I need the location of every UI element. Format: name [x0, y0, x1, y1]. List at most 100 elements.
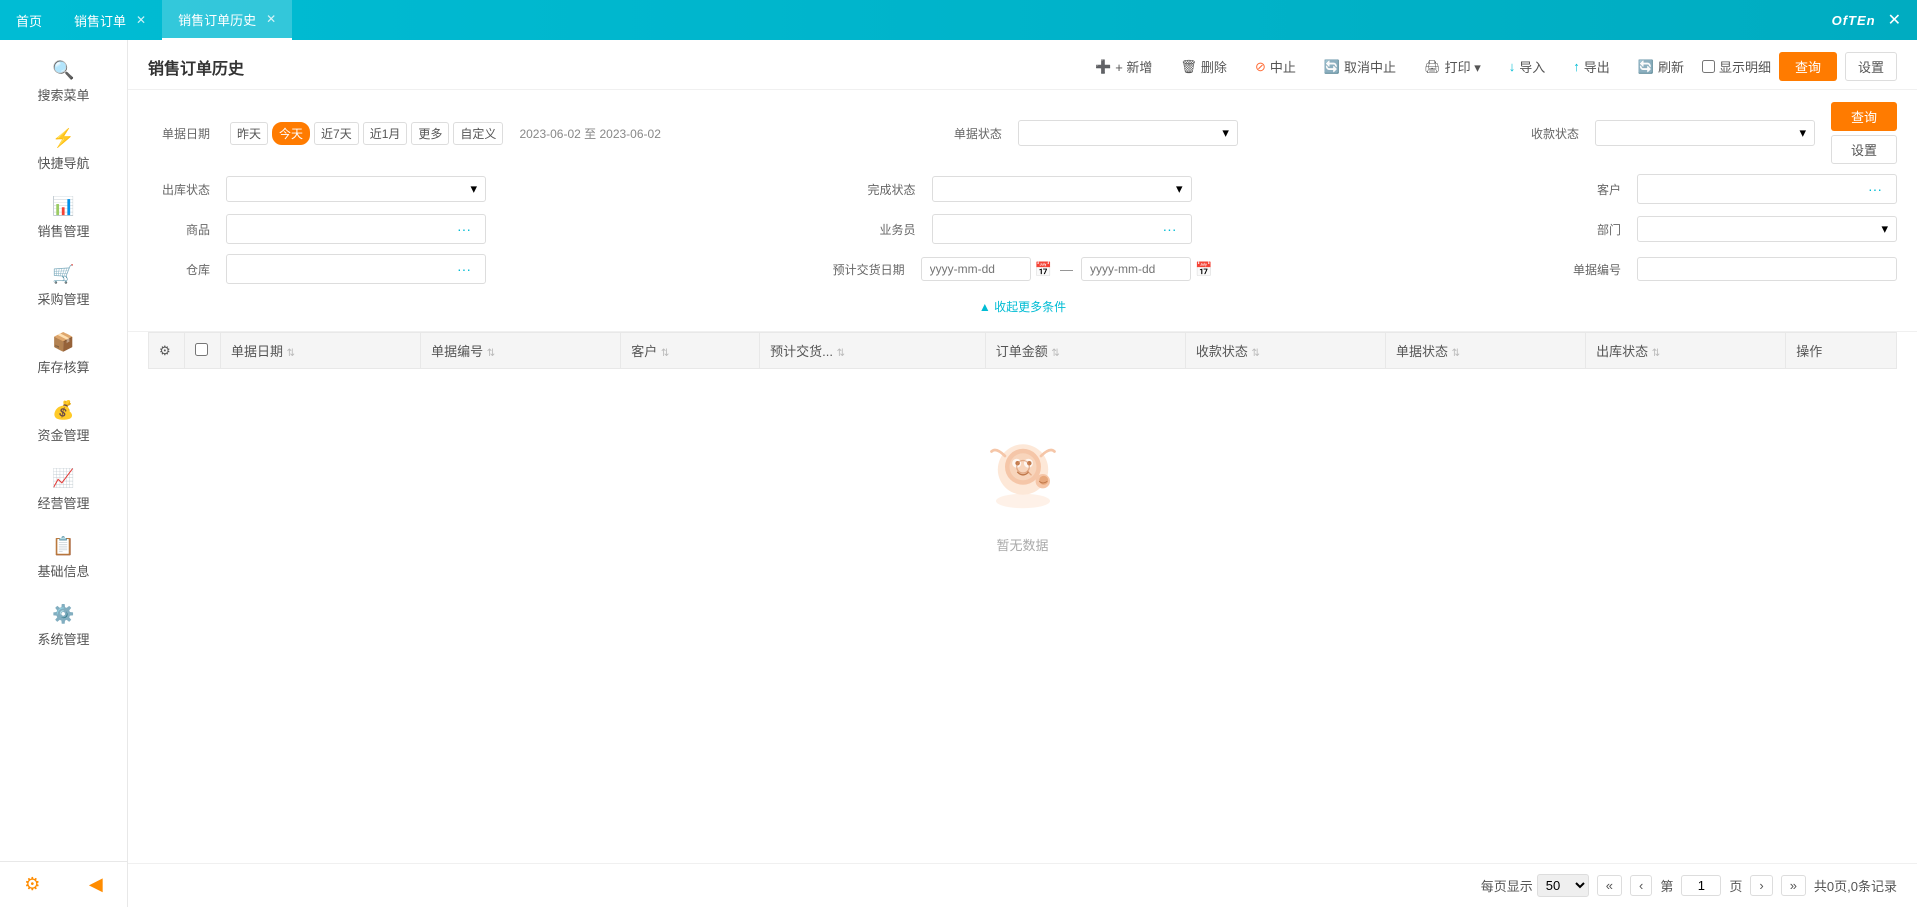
col-bill-status[interactable]: 单据状态 ⇅: [1386, 333, 1586, 369]
sidebar-item-search[interactable]: 🔍 搜索菜单: [0, 48, 127, 116]
bill-no-input[interactable]: [1637, 257, 1897, 281]
cancel-stop-button[interactable]: 🔄 取消中止: [1314, 53, 1406, 80]
cancel-stop-icon: 🔄: [1324, 59, 1340, 75]
col-amount[interactable]: 订单金额 ⇅: [985, 333, 1185, 369]
department-select[interactable]: ▾: [1637, 216, 1897, 242]
sidebar-item-finance[interactable]: 💰 资金管理: [0, 388, 127, 456]
tab-sales-history[interactable]: 销售订单历史 ✕: [162, 0, 292, 40]
prev-page-btn[interactable]: ‹: [1630, 875, 1652, 896]
col-receipt-status[interactable]: 收款状态 ⇅: [1185, 333, 1385, 369]
tab-sales-order-close[interactable]: ✕: [136, 13, 146, 27]
filter-row-4: 仓库 ··· 预计交货日期 📅 — 📅 单据编号: [148, 254, 1897, 284]
product-ellipsis[interactable]: ···: [451, 219, 477, 239]
collapse-more-btn[interactable]: ▲ 收起更多条件: [148, 294, 1897, 319]
empty-row: 暂无数据: [149, 369, 1897, 615]
display-detail-toggle[interactable]: 显示明细: [1702, 57, 1771, 76]
last-page-btn[interactable]: »: [1781, 875, 1806, 896]
more-btn[interactable]: 更多: [411, 122, 449, 145]
total-info: 共0页,0条记录: [1814, 876, 1897, 895]
sidebar-bottom: ⚙ ◀: [0, 861, 127, 907]
calendar-end-icon[interactable]: 📅: [1195, 261, 1212, 278]
per-page-group: 每页显示 50 100: [1481, 874, 1589, 897]
warehouse-ellipsis[interactable]: ···: [451, 259, 477, 279]
sidebar-item-purchase[interactable]: 🛒 采购管理: [0, 252, 127, 320]
tab-sales-order-label: 销售订单: [74, 11, 126, 30]
sidebar-item-sales[interactable]: 📊 销售管理: [0, 184, 127, 252]
date-label: 单据日期: [148, 125, 218, 142]
sidebar-item-system[interactable]: ⚙️ 系统管理: [0, 592, 127, 660]
sidebar-item-inventory[interactable]: 📦 库存核算: [0, 320, 127, 388]
tab-sales-history-close[interactable]: ✕: [266, 12, 276, 26]
today-btn[interactable]: 今天: [272, 122, 310, 145]
1month-btn[interactable]: 近1月: [363, 122, 408, 145]
sidebar-label-search: 搜索菜单: [37, 85, 89, 104]
customer-input[interactable]: ···: [1637, 174, 1897, 204]
new-icon: ➕: [1095, 59, 1111, 75]
custom-btn[interactable]: 自定义: [453, 122, 503, 145]
stop-button[interactable]: ⊘ 中止: [1245, 53, 1306, 80]
window-close-icon[interactable]: ✕: [1888, 10, 1901, 30]
display-detail-checkbox[interactable]: [1702, 60, 1715, 73]
settings-button-2[interactable]: 设置: [1831, 135, 1897, 164]
col-customer[interactable]: 客户 ⇅: [621, 333, 760, 369]
customer-ellipsis[interactable]: ···: [1862, 179, 1888, 199]
page-label: 页: [1729, 876, 1742, 895]
filter-row-3: 商品 ··· 业务员 ··· 部门 ▾: [148, 214, 1897, 244]
col-amount-label: 订单金额: [996, 344, 1048, 359]
print-button[interactable]: 🖨 打印 ▾: [1414, 53, 1491, 80]
collapse-icon[interactable]: ◀: [89, 874, 103, 895]
export-button[interactable]: ↑ 导出: [1563, 53, 1620, 80]
col-date[interactable]: 单据日期 ⇅: [221, 333, 421, 369]
import-button[interactable]: ↓ 导入: [1499, 53, 1556, 80]
sidebar-label-purchase: 采购管理: [37, 289, 89, 308]
complete-status-select[interactable]: ▾: [932, 176, 1192, 202]
col-checkbox[interactable]: [185, 333, 221, 369]
complete-status-chevron: ▾: [1176, 181, 1183, 197]
table-settings-icon[interactable]: ⚙: [159, 343, 171, 358]
refresh-button[interactable]: 🔄 刷新: [1628, 53, 1694, 80]
sidebar-label-sales: 销售管理: [37, 221, 89, 240]
date-quick-buttons: 昨天 今天 近7天 近1月 更多 自定义: [230, 122, 503, 145]
query-button-2[interactable]: 查询: [1831, 102, 1897, 131]
settings-button[interactable]: 设置: [1845, 52, 1897, 81]
sidebar-item-base-info[interactable]: 📋 基础信息: [0, 524, 127, 592]
salesperson-input[interactable]: ···: [932, 214, 1192, 244]
7days-btn[interactable]: 近7天: [314, 122, 359, 145]
settings-bottom-icon[interactable]: ⚙: [24, 874, 40, 895]
top-bar: 首页 销售订单 ✕ 销售订单历史 ✕ OfTEn ✕: [0, 0, 1917, 40]
content-area: 销售订单历史 ➕ + 新增 🗑 删除 ⊘ 中止 🔄 取消中止: [128, 40, 1917, 907]
delivery-date-range: 📅 — 📅: [921, 257, 1213, 281]
page-num-input[interactable]: [1681, 875, 1721, 896]
sidebar-item-operations[interactable]: 📈 经营管理: [0, 456, 127, 524]
delete-button[interactable]: 🗑 删除: [1170, 53, 1237, 80]
col-bill-no[interactable]: 单据编号 ⇅: [421, 333, 621, 369]
warehouse-input[interactable]: ···: [226, 254, 486, 284]
tab-sales-order[interactable]: 销售订单 ✕: [58, 0, 162, 40]
query-button[interactable]: 查询: [1779, 52, 1837, 81]
filter-row-2: 出库状态 ▾ 完成状态 ▾ 客户 ···: [148, 174, 1897, 204]
tab-sales-history-label: 销售订单历史: [178, 10, 256, 29]
sidebar-item-quick-nav[interactable]: ⚡ 快捷导航: [0, 116, 127, 184]
col-action: 操作: [1786, 333, 1897, 369]
delivery-date-start[interactable]: [921, 257, 1031, 281]
product-input[interactable]: ···: [226, 214, 486, 244]
salesperson-ellipsis[interactable]: ···: [1157, 219, 1183, 239]
delivery-date-end[interactable]: [1081, 257, 1191, 281]
receipt-status-select[interactable]: ▾: [1595, 120, 1815, 146]
out-status-select[interactable]: ▾: [226, 176, 486, 202]
receipt-status-chevron: ▾: [1799, 125, 1806, 141]
yesterday-btn[interactable]: 昨天: [230, 122, 268, 145]
first-page-btn[interactable]: «: [1597, 875, 1622, 896]
per-page-select[interactable]: 50 100: [1537, 874, 1589, 897]
select-all-checkbox[interactable]: [195, 343, 208, 356]
col-settings[interactable]: ⚙: [149, 333, 185, 369]
next-page-btn[interactable]: ›: [1750, 875, 1772, 896]
empty-state: 暂无数据: [149, 369, 1897, 614]
delivery-date-label: 预计交货日期: [833, 261, 913, 278]
bill-status-select[interactable]: ▾: [1018, 120, 1238, 146]
col-delivery[interactable]: 预计交货... ⇅: [760, 333, 986, 369]
new-button[interactable]: ➕ + 新增: [1085, 53, 1162, 80]
calendar-start-icon[interactable]: 📅: [1035, 261, 1052, 278]
col-out-status[interactable]: 出库状态 ⇅: [1586, 333, 1786, 369]
tab-home[interactable]: 首页: [0, 0, 58, 40]
